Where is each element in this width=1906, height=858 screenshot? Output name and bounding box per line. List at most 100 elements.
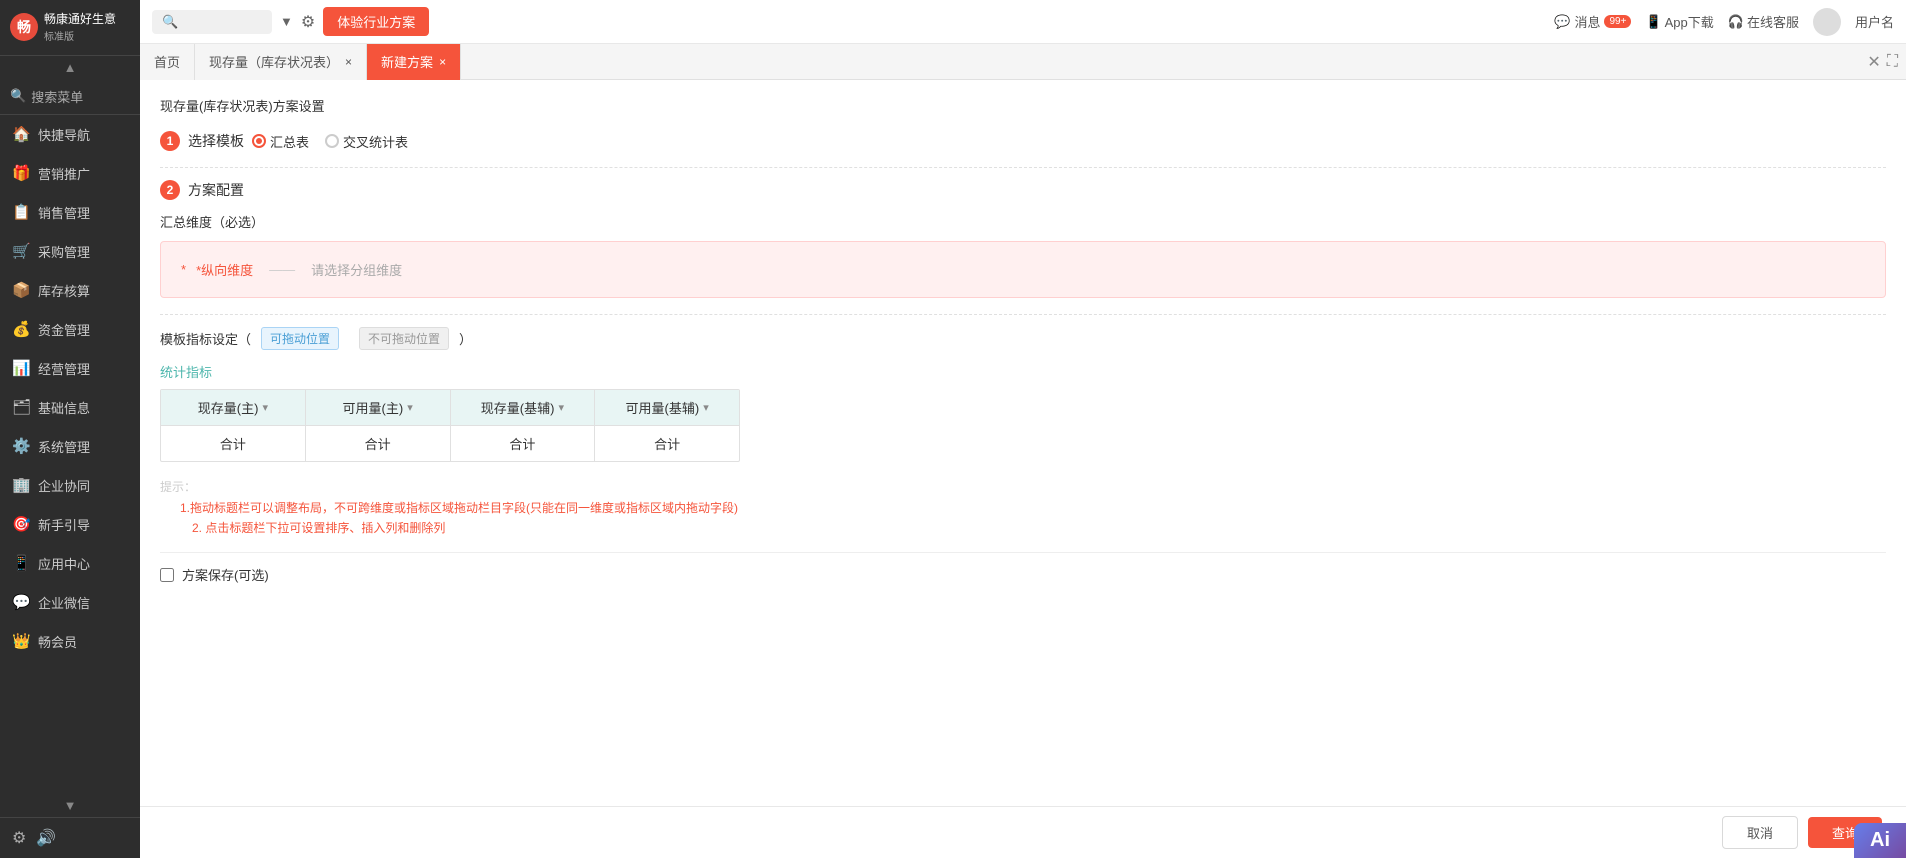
stats-title: 统计指标: [160, 362, 1886, 381]
sidebar-item-app-center[interactable]: 📱 应用中心: [0, 544, 140, 583]
sidebar-item-newbie[interactable]: 🎯 新手引导: [0, 505, 140, 544]
sidebar-item-label: 快捷导航: [38, 125, 90, 144]
audio-icon[interactable]: 🔊: [36, 828, 56, 848]
tab-home[interactable]: 首页: [140, 44, 195, 80]
money-icon: 💰: [12, 320, 30, 338]
headset-icon: 🎧: [1728, 14, 1744, 30]
cell-2: 合计: [451, 426, 596, 461]
vertical-dim-text: *纵向维度: [196, 260, 253, 279]
cell-1: 合计: [306, 426, 451, 461]
sidebar-item-label: 企业协同: [38, 476, 90, 495]
message-button[interactable]: 💬 消息 99+: [1554, 12, 1631, 31]
message-icon: 💬: [1554, 14, 1570, 30]
logo-icon: 畅: [10, 13, 38, 41]
tips-highlight: 删除列: [409, 521, 445, 535]
sidebar-nav: 🏠 快捷导航 🎁 营销推广 📋 销售管理 🛒 采购管理 📦 库存核算 💰 资金管…: [0, 115, 140, 794]
folder-icon: 🗂: [12, 398, 30, 416]
step1-title: 选择模板: [188, 131, 244, 151]
action-bar: 取消 查询: [140, 806, 1906, 858]
sidebar-item-label: 资金管理: [38, 320, 90, 339]
sidebar-item-enterprise[interactable]: 🏢 企业协同: [0, 466, 140, 505]
content-area: 现存量(库存状况表)方案设置 1 选择模板 汇总表 交叉统计表: [140, 80, 1906, 806]
col-available-main[interactable]: 可用量(主) ▾: [306, 390, 451, 425]
topbar-gear-icon[interactable]: ⚙: [301, 12, 315, 32]
ai-badge[interactable]: Ai: [1854, 823, 1906, 858]
sidebar-item-wechat[interactable]: 💬 企业微信: [0, 583, 140, 622]
search-label: 搜索菜单: [31, 87, 83, 106]
template-radio-group: 汇总表 交叉统计表: [252, 132, 408, 151]
drag-badge: 可拖动位置: [261, 327, 339, 350]
online-service-button[interactable]: 🎧 在线客服: [1728, 12, 1799, 31]
stats-table: 现存量(主) ▾ 可用量(主) ▾ 现存量(基辅) ▾ 可用量(基辅): [160, 389, 740, 462]
gear-icon: ⚙️: [12, 437, 30, 455]
sidebar-item-sales[interactable]: 📋 销售管理: [0, 193, 140, 232]
col-current-aux[interactable]: 现存量(基辅) ▾: [451, 390, 596, 425]
sidebar-item-label: 基础信息: [38, 398, 90, 417]
chat-icon: 💬: [12, 593, 30, 611]
sidebar-item-system[interactable]: ⚙️ 系统管理: [0, 427, 140, 466]
search-icon: 🔍: [162, 14, 178, 30]
sidebar-item-label: 畅会员: [38, 632, 77, 651]
sidebar-item-purchase[interactable]: 🛒 采购管理: [0, 232, 140, 271]
cell-3: 合计: [595, 426, 739, 461]
divider-2: [160, 314, 1886, 315]
sidebar-item-finance[interactable]: 💰 资金管理: [0, 310, 140, 349]
sidebar-item-operations[interactable]: 📊 经营管理: [0, 349, 140, 388]
phone-icon: 📱: [1645, 14, 1661, 30]
stats-table-header: 现存量(主) ▾ 可用量(主) ▾ 现存量(基辅) ▾ 可用量(基辅): [161, 390, 739, 425]
tab-inventory-status[interactable]: 现存量（库存状况表） ×: [195, 44, 367, 80]
tab-inventory-close-icon[interactable]: ×: [345, 55, 352, 69]
dimension-separator: ——: [269, 262, 295, 277]
radio-summary[interactable]: 汇总表: [252, 132, 309, 151]
home-tab-label: 首页: [154, 52, 180, 71]
dimension-area[interactable]: * *纵向维度 —— 请选择分组维度: [160, 241, 1886, 298]
topbar-dropdown-icon[interactable]: ▼: [280, 14, 293, 29]
app-name: 畅康通好生意: [44, 12, 116, 28]
nodrag-badge: 不可拖动位置: [359, 327, 449, 350]
building-icon: 🏢: [12, 476, 30, 494]
close-panel-icon[interactable]: ✕: [1867, 52, 1880, 72]
sidebar-item-label: 营销推广: [38, 164, 90, 183]
step2-num: 2: [160, 180, 180, 200]
stats-table-row: 合计 合计 合计 合计: [161, 425, 739, 461]
col-current-main[interactable]: 现存量(主) ▾: [161, 390, 306, 425]
sidebar-search[interactable]: 🔍 搜索菜单: [0, 79, 140, 115]
col-available-aux-arrow: ▾: [703, 401, 709, 414]
user-avatar[interactable]: [1813, 8, 1841, 36]
tab-new-plan[interactable]: 新建方案 ×: [367, 44, 461, 80]
sidebar-item-inventory[interactable]: 📦 库存核算: [0, 271, 140, 310]
radio-summary-dot: [252, 134, 266, 148]
username-label[interactable]: 用户名: [1855, 12, 1894, 31]
summary-dimension-label: 汇总维度（必选）: [160, 212, 1886, 231]
col-available-aux[interactable]: 可用量(基辅) ▾: [595, 390, 739, 425]
tab-panel-right: ✕ ⛶: [1859, 52, 1906, 72]
col-current-aux-label: 现存量(基辅): [481, 398, 555, 417]
sidebar-scroll-up[interactable]: ▲: [0, 56, 140, 79]
tips-item-1: 1.拖动标题栏可以调整布局，不可跨维度或指标区域拖动栏目字段(只能在同一维度或指…: [180, 499, 1886, 516]
cell-0: 合计: [161, 426, 306, 461]
app-download-button[interactable]: 📱 App下载: [1645, 12, 1713, 31]
trial-button[interactable]: 体验行业方案: [323, 7, 429, 36]
step2-title: 方案配置: [188, 180, 244, 200]
radio-cross[interactable]: 交叉统计表: [325, 132, 408, 151]
cancel-button[interactable]: 取消: [1722, 816, 1798, 849]
tab-new-plan-close-icon[interactable]: ×: [439, 55, 446, 69]
radio-cross-label: 交叉统计表: [343, 132, 408, 151]
expand-panel-icon[interactable]: ⛶: [1887, 53, 1898, 71]
sidebar-item-basic-info[interactable]: 🗂 基础信息: [0, 388, 140, 427]
tips-text-2: 2. 点击标题栏下拉可设置排序、插入列和: [180, 521, 409, 535]
app-logo: 畅 畅康通好生意 标准版: [0, 0, 140, 56]
tab-inventory-label: 现存量（库存状况表）: [209, 52, 339, 71]
settings-icon[interactable]: ⚙: [12, 828, 26, 848]
app-version: 标准版: [44, 28, 116, 43]
sidebar-item-quick-nav[interactable]: 🏠 快捷导航: [0, 115, 140, 154]
save-plan-checkbox[interactable]: [160, 568, 174, 582]
tips-section: 提示： 1.拖动标题栏可以调整布局，不可跨维度或指标区域拖动栏目字段(只能在同一…: [160, 478, 1886, 536]
sidebar-scroll-down[interactable]: ▼: [0, 794, 140, 817]
col-current-main-label: 现存量(主): [198, 398, 259, 417]
msg-label: 消息: [1574, 12, 1600, 31]
tips-text-1: 1.拖动标题栏可以调整布局，不可跨维度或指标区域拖动栏目字段(只能在同一维度或指…: [180, 501, 738, 515]
topbar-search[interactable]: 🔍: [152, 10, 272, 34]
sidebar-item-member[interactable]: 👑 畅会员: [0, 622, 140, 661]
sidebar-item-marketing[interactable]: 🎁 营销推广: [0, 154, 140, 193]
